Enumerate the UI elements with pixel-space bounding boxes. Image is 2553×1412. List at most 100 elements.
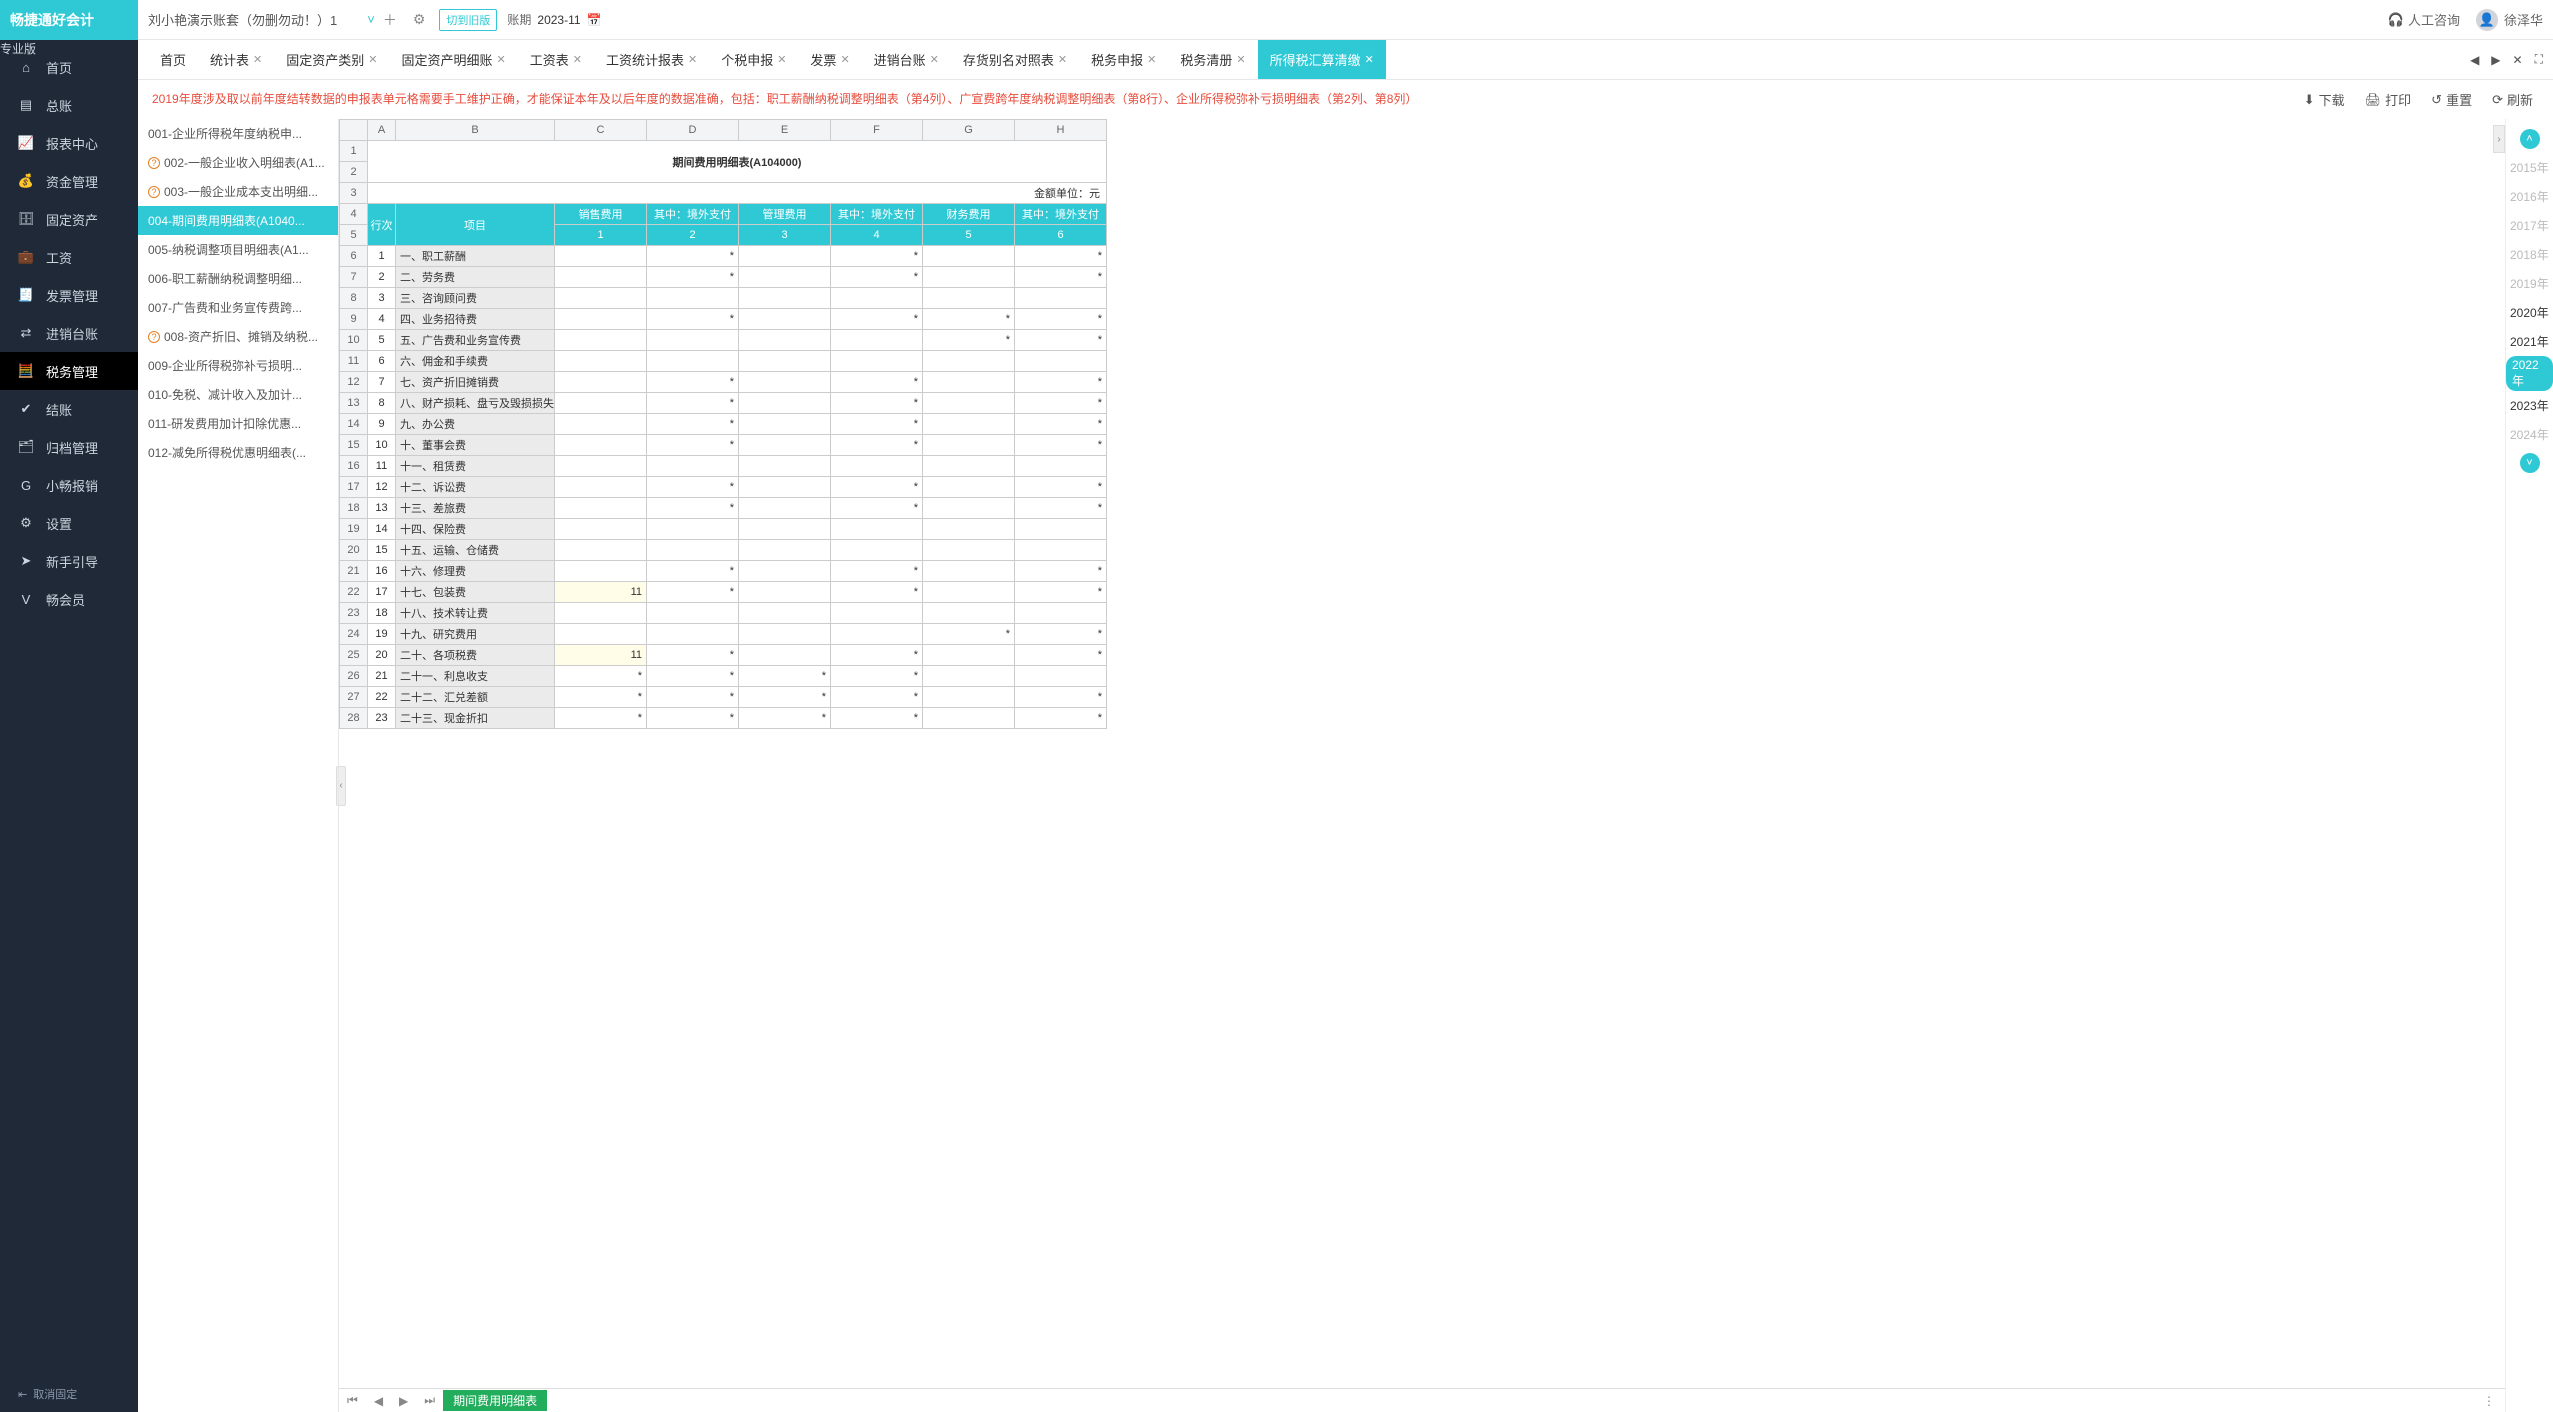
- download-button[interactable]: ⬇下载: [2304, 90, 2345, 109]
- col-header[interactable]: B: [396, 120, 555, 141]
- form-item[interactable]: ?002-一般企业收入明细表(A1...: [138, 148, 338, 177]
- sidebar-item-guide[interactable]: ➤新手引导: [0, 542, 138, 580]
- tab-税务申报[interactable]: 税务申报✕: [1079, 40, 1168, 79]
- tab-工资统计报表[interactable]: 工资统计报表✕: [594, 40, 709, 79]
- tab-所得税汇算清缴[interactable]: 所得税汇算清缴✕: [1258, 40, 1386, 79]
- account-settings-button[interactable]: ⚙: [413, 11, 426, 28]
- close-icon[interactable]: ✕: [573, 53, 582, 66]
- tab-发票[interactable]: 发票✕: [798, 40, 861, 79]
- col-header[interactable]: A: [368, 120, 396, 141]
- headset-icon: 🎧: [2388, 12, 2404, 28]
- sidebar-item-vip[interactable]: V畅会员: [0, 580, 138, 618]
- close-icon[interactable]: ✕: [1236, 53, 1245, 66]
- reset-button[interactable]: ↺重置: [2431, 90, 2472, 109]
- calendar-icon[interactable]: 📅: [587, 13, 602, 27]
- form-item[interactable]: 010-免税、减计收入及加计...: [138, 380, 338, 409]
- tab-进销台账[interactable]: 进销台账✕: [862, 40, 951, 79]
- sidebar-item-asset[interactable]: 🗄固定资产: [0, 200, 138, 238]
- expand-sheet-button[interactable]: ›: [2493, 125, 2505, 153]
- sidebar-pin-toggle[interactable]: ⇤ 取消固定: [0, 1376, 138, 1412]
- tab-close-button[interactable]: ✕: [2513, 53, 2523, 67]
- form-item[interactable]: 005-纳税调整项目明细表(A1...: [138, 235, 338, 264]
- form-item[interactable]: 009-企业所得税弥补亏损明...: [138, 351, 338, 380]
- sidebar-item-archive[interactable]: 🗂归档管理: [0, 428, 138, 466]
- close-icon[interactable]: ✕: [1058, 53, 1067, 66]
- tab-存货别名对照表[interactable]: 存货别名对照表✕: [951, 40, 1079, 79]
- sidebar-item-invoice[interactable]: 🧾发票管理: [0, 276, 138, 314]
- tab-fullscreen-button[interactable]: ⛶: [2535, 52, 2543, 67]
- sheet-tab-prev[interactable]: ◀: [366, 1394, 391, 1408]
- close-icon[interactable]: ✕: [930, 53, 939, 66]
- tab-税务清册[interactable]: 税务清册✕: [1168, 40, 1257, 79]
- print-icon: 🖨: [2365, 92, 2382, 108]
- sidebar-item-salary[interactable]: 💼工资: [0, 238, 138, 276]
- col-header[interactable]: D: [647, 120, 739, 141]
- close-icon[interactable]: ✕: [253, 53, 262, 66]
- col-header[interactable]: H: [1015, 120, 1107, 141]
- period-value[interactable]: 2023-11: [537, 13, 580, 27]
- tab-next-button[interactable]: ▶: [2491, 53, 2500, 67]
- form-item[interactable]: 004-期间费用明细表(A1040...: [138, 206, 338, 235]
- sidebar-item-fund[interactable]: 💰资金管理: [0, 162, 138, 200]
- close-icon[interactable]: ✕: [497, 53, 506, 66]
- year-option[interactable]: 2023年: [2506, 391, 2553, 420]
- sidebar-item-close[interactable]: ✔结账: [0, 390, 138, 428]
- form-item[interactable]: ?003-一般企业成本支出明细...: [138, 177, 338, 206]
- sheet-tab-first[interactable]: ⏮: [339, 1393, 366, 1408]
- col-header[interactable]: F: [831, 120, 923, 141]
- user-menu[interactable]: 👤 徐泽华: [2476, 9, 2543, 31]
- home-icon: ⌂: [18, 60, 34, 75]
- sidebar-item-settings[interactable]: ⚙设置: [0, 504, 138, 542]
- tab-统计表[interactable]: 统计表✕: [198, 40, 274, 79]
- close-icon[interactable]: ✕: [777, 53, 786, 66]
- year-option[interactable]: 2020年: [2506, 298, 2553, 327]
- year-option: 2015年: [2506, 153, 2553, 182]
- add-account-button[interactable]: ＋: [383, 10, 397, 30]
- col-header[interactable]: G: [923, 120, 1015, 141]
- form-item[interactable]: 012-减免所得税优惠明细表(...: [138, 438, 338, 467]
- print-button[interactable]: 🖨打印: [2365, 90, 2412, 109]
- form-item[interactable]: 007-广告费和业务宣传费跨...: [138, 293, 338, 322]
- tab-首页[interactable]: 首页: [148, 40, 198, 79]
- chart-icon: 📈: [18, 135, 34, 151]
- sheet-tab-active[interactable]: 期间费用明细表: [443, 1390, 547, 1411]
- pin-icon: ⇤: [18, 1388, 27, 1401]
- close-icon[interactable]: ✕: [840, 53, 849, 66]
- form-item[interactable]: 001-企业所得税年度纳税申...: [138, 119, 338, 148]
- year-option[interactable]: 2021年: [2506, 327, 2553, 356]
- tab-固定资产明细账[interactable]: 固定资产明细账✕: [389, 40, 517, 79]
- year-scroll-down-button[interactable]: ˅: [2520, 453, 2540, 473]
- table-row: 1712十二、诉讼费***: [340, 477, 1107, 498]
- tab-固定资产类别[interactable]: 固定资产类别✕: [274, 40, 389, 79]
- support-button[interactable]: 🎧 人工咨询: [2388, 10, 2460, 29]
- year-option[interactable]: 2022年: [2506, 356, 2553, 391]
- sidebar-item-ledger[interactable]: ▤总账: [0, 86, 138, 124]
- switch-old-version-button[interactable]: 切到旧版: [439, 9, 497, 31]
- table-row: 2722二十二、汇兑差额*****: [340, 687, 1107, 708]
- col-header[interactable]: E: [739, 120, 831, 141]
- sidebar-item-chart[interactable]: 📈报表中心: [0, 124, 138, 162]
- close-icon[interactable]: ✕: [1147, 53, 1156, 66]
- table-row: 1611十一、租赁费: [340, 456, 1107, 477]
- year-option: 2017年: [2506, 211, 2553, 240]
- account-selector[interactable]: 刘小艳演示账套（勿删勿动！）1 ˅: [148, 10, 375, 29]
- sidebar-item-tax[interactable]: 🧮税务管理: [0, 352, 138, 390]
- refresh-button[interactable]: ⟳刷新: [2492, 90, 2533, 109]
- form-item[interactable]: ?008-资产折旧、摊销及纳税...: [138, 322, 338, 351]
- tab-工资表[interactable]: 工资表✕: [518, 40, 594, 79]
- form-item[interactable]: 006-职工薪酬纳税调整明细...: [138, 264, 338, 293]
- close-icon[interactable]: ✕: [368, 53, 377, 66]
- sidebar-item-promo[interactable]: G小畅报销: [0, 466, 138, 504]
- form-item[interactable]: 011-研发费用加计扣除优惠...: [138, 409, 338, 438]
- sidebar-item-inout[interactable]: ⇄进销台账: [0, 314, 138, 352]
- col-header[interactable]: C: [555, 120, 647, 141]
- close-icon[interactable]: ✕: [1365, 53, 1374, 66]
- sheet-tab-more[interactable]: ⋮: [2473, 1394, 2505, 1408]
- tab-个税申报[interactable]: 个税申报✕: [709, 40, 798, 79]
- spreadsheet[interactable]: ABCDEFGH1期间费用明细表(A104000)23金额单位：元4行次项目销售…: [339, 119, 1107, 729]
- year-scroll-up-button[interactable]: ˄: [2520, 129, 2540, 149]
- tab-prev-button[interactable]: ◀: [2470, 53, 2479, 67]
- close-icon[interactable]: ✕: [688, 53, 697, 66]
- sheet-tab-next[interactable]: ▶: [391, 1394, 416, 1408]
- sheet-tab-last[interactable]: ⏭: [416, 1393, 443, 1408]
